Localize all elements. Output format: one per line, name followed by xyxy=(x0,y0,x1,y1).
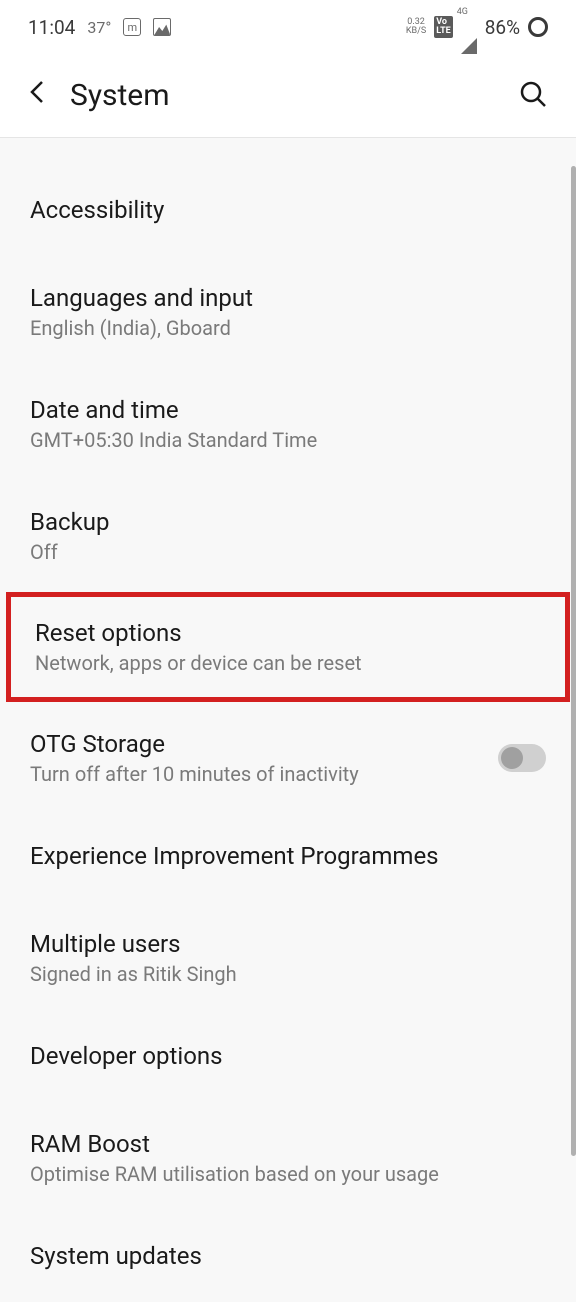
gallery-icon xyxy=(153,18,171,36)
setting-accessibility[interactable]: Accessibility xyxy=(0,138,576,256)
setting-text: OTG Storage Turn off after 10 minutes of… xyxy=(30,730,359,786)
setting-subtitle: Network, apps or device can be reset xyxy=(35,651,541,675)
setting-title: Experience Improvement Programmes xyxy=(30,842,546,870)
status-bar: 11:04 37° m 0.32 KB/S VoLTE 4G 86% xyxy=(0,0,576,54)
setting-subtitle: Turn off after 10 minutes of inactivity xyxy=(30,762,359,786)
search-icon[interactable] xyxy=(518,79,548,113)
status-right: 0.32 KB/S VoLTE 4G 86% xyxy=(406,16,548,39)
setting-title: Accessibility xyxy=(30,196,546,224)
setting-title: Reset options xyxy=(35,619,541,647)
m-icon: m xyxy=(123,18,141,36)
setting-subtitle: Off xyxy=(30,540,546,564)
status-temp: 37° xyxy=(87,18,111,37)
volte-icon: VoLTE xyxy=(434,16,453,38)
settings-list: Accessibility Languages and input Englis… xyxy=(0,138,576,1302)
setting-subtitle: English (India), Gboard xyxy=(30,316,546,340)
setting-subtitle: Signed in as Ritik Singh xyxy=(30,962,546,986)
setting-title: Developer options xyxy=(30,1042,546,1070)
toggle-knob xyxy=(501,747,523,769)
setting-subtitle: Optimise RAM utilisation based on your u… xyxy=(30,1162,546,1186)
setting-experience-improvement[interactable]: Experience Improvement Programmes xyxy=(0,814,576,902)
setting-backup[interactable]: Backup Off xyxy=(0,480,576,592)
back-icon[interactable] xyxy=(28,78,46,113)
setting-reset-options[interactable]: Reset options Network, apps or device ca… xyxy=(6,592,570,702)
setting-title: Date and time xyxy=(30,396,546,424)
otg-toggle[interactable] xyxy=(498,744,546,772)
page-title: System xyxy=(70,78,170,113)
battery-circle-icon xyxy=(528,17,548,37)
setting-title: Backup xyxy=(30,508,546,536)
scroll-indicator[interactable] xyxy=(571,166,576,1156)
setting-subtitle: GMT+05:30 India Standard Time xyxy=(30,428,546,452)
setting-title: Multiple users xyxy=(30,930,546,958)
status-left: 11:04 37° m xyxy=(28,16,171,39)
setting-developer-options[interactable]: Developer options xyxy=(0,1014,576,1102)
app-header: System xyxy=(0,54,576,138)
setting-title: RAM Boost xyxy=(30,1130,546,1158)
setting-title: System updates xyxy=(30,1242,546,1270)
header-left: System xyxy=(28,78,170,113)
net-speed: 0.32 KB/S xyxy=(406,18,426,36)
signal-icon: 4G xyxy=(461,17,477,38)
setting-date-time[interactable]: Date and time GMT+05:30 India Standard T… xyxy=(0,368,576,480)
setting-system-updates[interactable]: System updates xyxy=(0,1214,576,1302)
status-time: 11:04 xyxy=(28,16,75,39)
setting-multiple-users[interactable]: Multiple users Signed in as Ritik Singh xyxy=(0,902,576,1014)
setting-title: OTG Storage xyxy=(30,730,359,758)
setting-languages-input[interactable]: Languages and input English (India), Gbo… xyxy=(0,256,576,368)
setting-title: Languages and input xyxy=(30,284,546,312)
battery-percent: 86% xyxy=(485,16,520,39)
net-speed-unit: KB/S xyxy=(406,27,426,36)
setting-otg-storage[interactable]: OTG Storage Turn off after 10 minutes of… xyxy=(0,702,576,814)
setting-ram-boost[interactable]: RAM Boost Optimise RAM utilisation based… xyxy=(0,1102,576,1214)
